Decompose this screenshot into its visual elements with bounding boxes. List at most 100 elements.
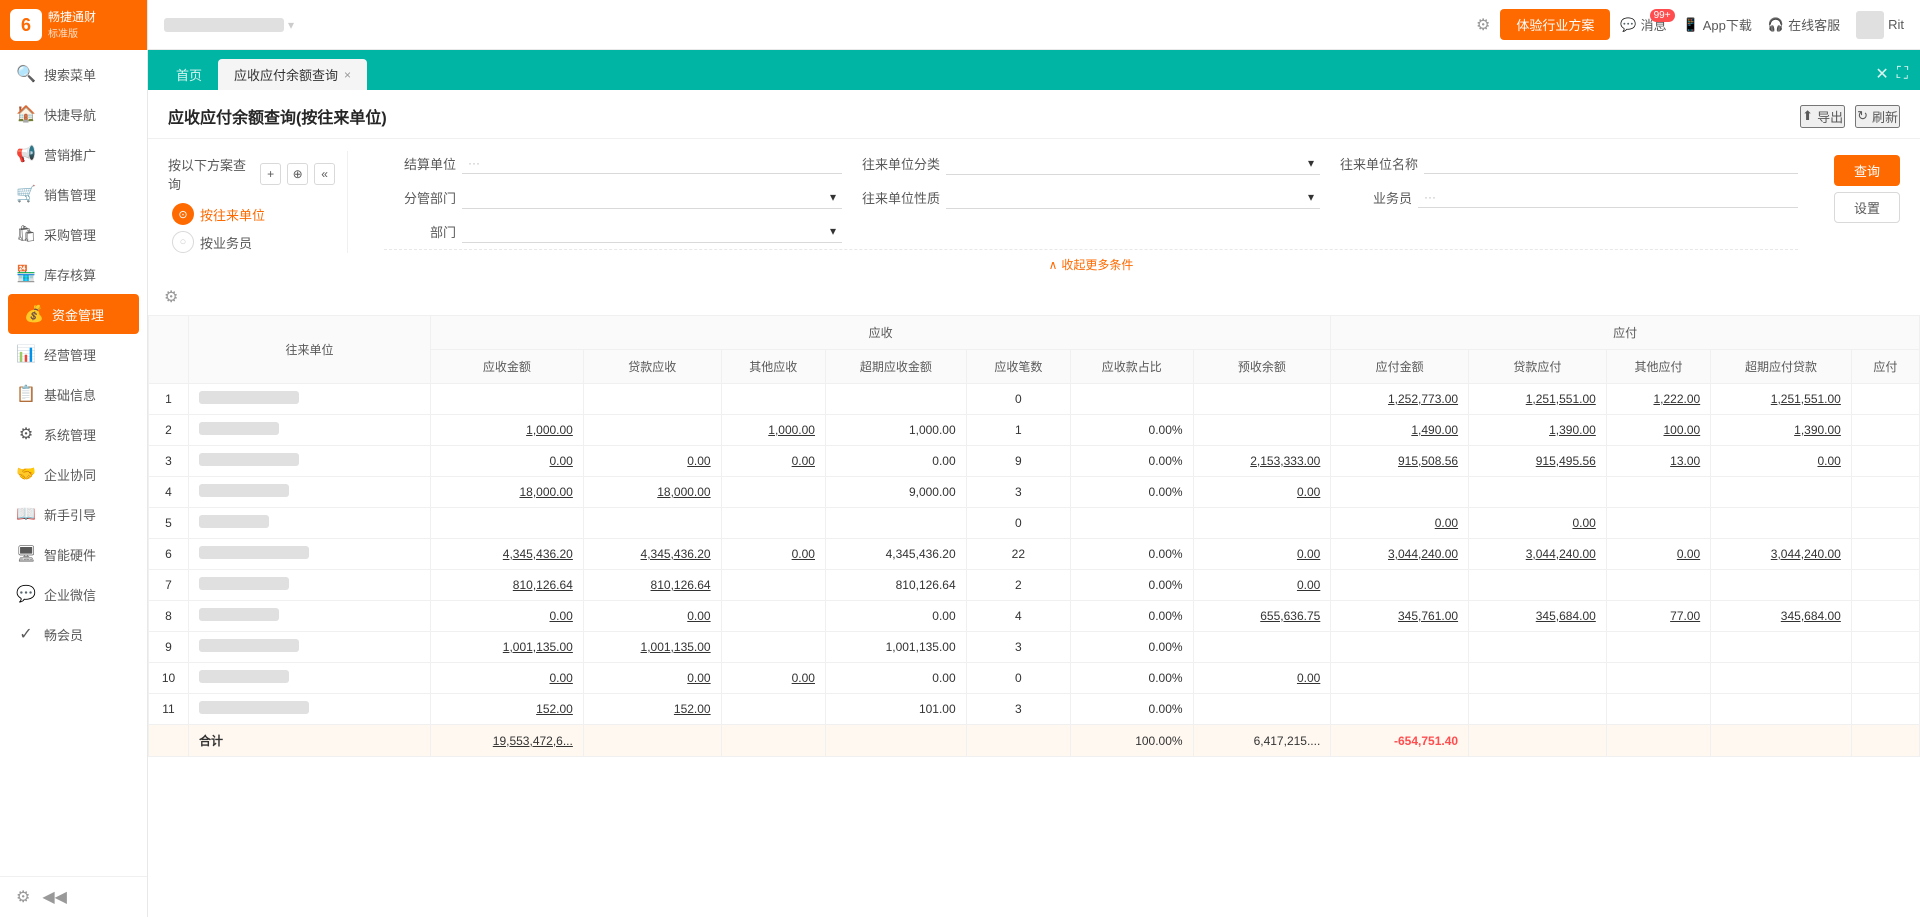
query-button[interactable]: 查询 bbox=[1834, 155, 1900, 186]
td-advance[interactable]: 0.00 bbox=[1193, 477, 1331, 508]
sidebar-item-hardware[interactable]: 🖥 智能硬件 bbox=[0, 534, 147, 574]
sidebar-item-sales[interactable]: 🛒 销售管理 bbox=[0, 174, 147, 214]
sidebar-item-marketing[interactable]: 📢 营销推广 bbox=[0, 134, 147, 174]
td-loan-payable[interactable]: 345,684.00 bbox=[1469, 601, 1607, 632]
salesperson-dots[interactable]: ··· bbox=[1418, 187, 1798, 208]
unit-category-select[interactable]: ▾ bbox=[946, 151, 1320, 175]
td-loan-receivable[interactable]: 18,000.00 bbox=[583, 477, 721, 508]
filter-more-toggle[interactable]: ∧ 收起更多条件 bbox=[384, 249, 1798, 279]
td-loan-receivable[interactable]: 1,001,135.00 bbox=[583, 632, 721, 663]
td-receivable[interactable]: 152.00 bbox=[430, 694, 583, 725]
scheme-by-staff[interactable]: ○ 按业务员 bbox=[172, 231, 335, 253]
td-other-payable[interactable]: 77.00 bbox=[1606, 601, 1710, 632]
sidebar-item-management[interactable]: 📊 经营管理 bbox=[0, 334, 147, 374]
sidebar-item-guide[interactable]: 📖 新手引导 bbox=[0, 494, 147, 534]
td-other-payable[interactable]: 100.00 bbox=[1606, 415, 1710, 446]
td-receivable[interactable]: 4,345,436.20 bbox=[430, 539, 583, 570]
sidebar-item-member[interactable]: ✓ 畅会员 bbox=[0, 614, 147, 654]
sidebar-item-basic[interactable]: 📋 基础信息 bbox=[0, 374, 147, 414]
td-loan-receivable[interactable]: 4,345,436.20 bbox=[583, 539, 721, 570]
td-advance[interactable]: 0.00 bbox=[1193, 539, 1331, 570]
filter-add-btn[interactable]: + bbox=[260, 163, 281, 185]
refresh-button[interactable]: ↻ 刷新 bbox=[1855, 105, 1900, 128]
sidebar-settings-btn[interactable]: ⚙ bbox=[16, 887, 30, 907]
td-overdue-payable-loan[interactable]: 345,684.00 bbox=[1711, 601, 1852, 632]
td-loan-receivable[interactable]: 0.00 bbox=[583, 446, 721, 477]
tab-home[interactable]: 首页 bbox=[160, 59, 218, 90]
topbar-gear-icon[interactable]: ⚙ bbox=[1476, 15, 1490, 35]
td-advance[interactable]: 655,636.75 bbox=[1193, 601, 1331, 632]
td-other-payable[interactable]: 1,222.00 bbox=[1606, 384, 1710, 415]
settlement-dots[interactable]: ··· bbox=[462, 153, 842, 174]
table-settings-icon[interactable]: ⚙ bbox=[164, 287, 178, 307]
sidebar-item-wechat[interactable]: 💬 企业微信 bbox=[0, 574, 147, 614]
window-expand-icon[interactable]: ⛶ bbox=[1897, 65, 1908, 83]
td-payable[interactable]: 915,508.56 bbox=[1331, 446, 1469, 477]
td-loan-payable[interactable]: 0.00 bbox=[1469, 508, 1607, 539]
td-other-receivable[interactable]: 0.00 bbox=[721, 663, 825, 694]
td-total-other-receivable bbox=[721, 725, 825, 757]
dept-select[interactable]: ▾ bbox=[462, 185, 842, 209]
td-loan-payable[interactable]: 1,390.00 bbox=[1469, 415, 1607, 446]
td-loan-payable[interactable]: 915,495.56 bbox=[1469, 446, 1607, 477]
td-receivable[interactable]: 1,001,135.00 bbox=[430, 632, 583, 663]
sidebar-item-search[interactable]: 🔍 搜索菜单 bbox=[0, 54, 147, 94]
td-other-receivable[interactable]: 1,000.00 bbox=[721, 415, 825, 446]
filter-icon-btn2[interactable]: ⊕ bbox=[287, 163, 308, 185]
td-other-payable[interactable]: 13.00 bbox=[1606, 446, 1710, 477]
tab-active[interactable]: 应收应付余额查询 × bbox=[218, 59, 367, 90]
scheme-by-unit[interactable]: ⊙ 按往来单位 bbox=[172, 203, 335, 225]
filter-collapse-btn[interactable]: « bbox=[314, 163, 335, 185]
topbar-messages[interactable]: 💬 消息 99+ bbox=[1620, 15, 1666, 34]
td-receivable[interactable]: 0.00 bbox=[430, 601, 583, 632]
td-advance[interactable]: 0.00 bbox=[1193, 663, 1331, 694]
topbar-online-support[interactable]: 🎧 在线客服 bbox=[1768, 15, 1840, 34]
td-advance[interactable]: 2,153,333.00 bbox=[1193, 446, 1331, 477]
sidebar-item-quicknav[interactable]: 🏠 快捷导航 bbox=[0, 94, 147, 134]
unit-name-input[interactable] bbox=[1424, 152, 1798, 174]
unit-nature-select[interactable]: ▾ bbox=[946, 185, 1320, 209]
sidebar-item-system[interactable]: ⚙ 系统管理 bbox=[0, 414, 147, 454]
td-total-receivable[interactable]: 19,553,472,6... bbox=[430, 725, 583, 757]
td-partner bbox=[189, 384, 431, 415]
sidebar: 6 畅捷通财 标准版 🔍 搜索菜单 🏠 快捷导航 📢 营销推广 🛒 销售管理 🛍… bbox=[0, 0, 148, 917]
td-advance[interactable]: 0.00 bbox=[1193, 570, 1331, 601]
td-other-payable[interactable]: 0.00 bbox=[1606, 539, 1710, 570]
topbar-app-download[interactable]: 📱 App下载 bbox=[1683, 15, 1752, 34]
topbar-user[interactable]: Rit bbox=[1856, 11, 1904, 39]
tab-close-icon[interactable]: × bbox=[344, 68, 351, 82]
sidebar-item-warehouse[interactable]: 🏪 库存核算 bbox=[0, 254, 147, 294]
td-receivable[interactable]: 0.00 bbox=[430, 663, 583, 694]
td-other-receivable[interactable]: 0.00 bbox=[721, 446, 825, 477]
sidebar-item-corp[interactable]: 🤝 企业协同 bbox=[0, 454, 147, 494]
td-loan-receivable[interactable]: 0.00 bbox=[583, 601, 721, 632]
td-payable[interactable]: 0.00 bbox=[1331, 508, 1469, 539]
department-select[interactable]: ▾ bbox=[462, 219, 842, 243]
td-payable[interactable]: 3,044,240.00 bbox=[1331, 539, 1469, 570]
td-payable[interactable]: 345,761.00 bbox=[1331, 601, 1469, 632]
td-receivable[interactable]: 18,000.00 bbox=[430, 477, 583, 508]
sidebar-item-finance[interactable]: 💰 资金管理 bbox=[8, 294, 139, 334]
sidebar-collapse-btn[interactable]: ◀◀ bbox=[42, 887, 67, 907]
td-overdue-payable-loan[interactable]: 1,251,551.00 bbox=[1711, 384, 1852, 415]
td-payable[interactable]: 1,490.00 bbox=[1331, 415, 1469, 446]
td-overdue-payable-loan[interactable]: 3,044,240.00 bbox=[1711, 539, 1852, 570]
td-receivable[interactable]: 810,126.64 bbox=[430, 570, 583, 601]
td-receivable[interactable]: 0.00 bbox=[430, 446, 583, 477]
window-close-icon[interactable]: ✕ bbox=[1875, 64, 1888, 84]
export-button[interactable]: ⬆ 导出 bbox=[1800, 105, 1845, 128]
td-overdue-payable-loan[interactable]: 1,390.00 bbox=[1711, 415, 1852, 446]
td-loan-payable[interactable]: 1,251,551.00 bbox=[1469, 384, 1607, 415]
td-loan-receivable[interactable]: 152.00 bbox=[583, 694, 721, 725]
sidebar-item-purchase[interactable]: 🛍 采购管理 bbox=[0, 214, 147, 254]
td-loan-payable[interactable]: 3,044,240.00 bbox=[1469, 539, 1607, 570]
td-loan-receivable[interactable]: 0.00 bbox=[583, 663, 721, 694]
td-other-receivable[interactable]: 0.00 bbox=[721, 539, 825, 570]
td-overdue-payable-loan[interactable]: 0.00 bbox=[1711, 446, 1852, 477]
td-payable[interactable]: 1,252,773.00 bbox=[1331, 384, 1469, 415]
td-loan-receivable[interactable]: 810,126.64 bbox=[583, 570, 721, 601]
promo-button[interactable]: 体验行业方案 bbox=[1500, 9, 1610, 40]
settings-button[interactable]: 设置 bbox=[1834, 192, 1900, 223]
filter-more-label[interactable]: ∧ 收起更多条件 bbox=[1049, 256, 1134, 273]
td-receivable[interactable]: 1,000.00 bbox=[430, 415, 583, 446]
